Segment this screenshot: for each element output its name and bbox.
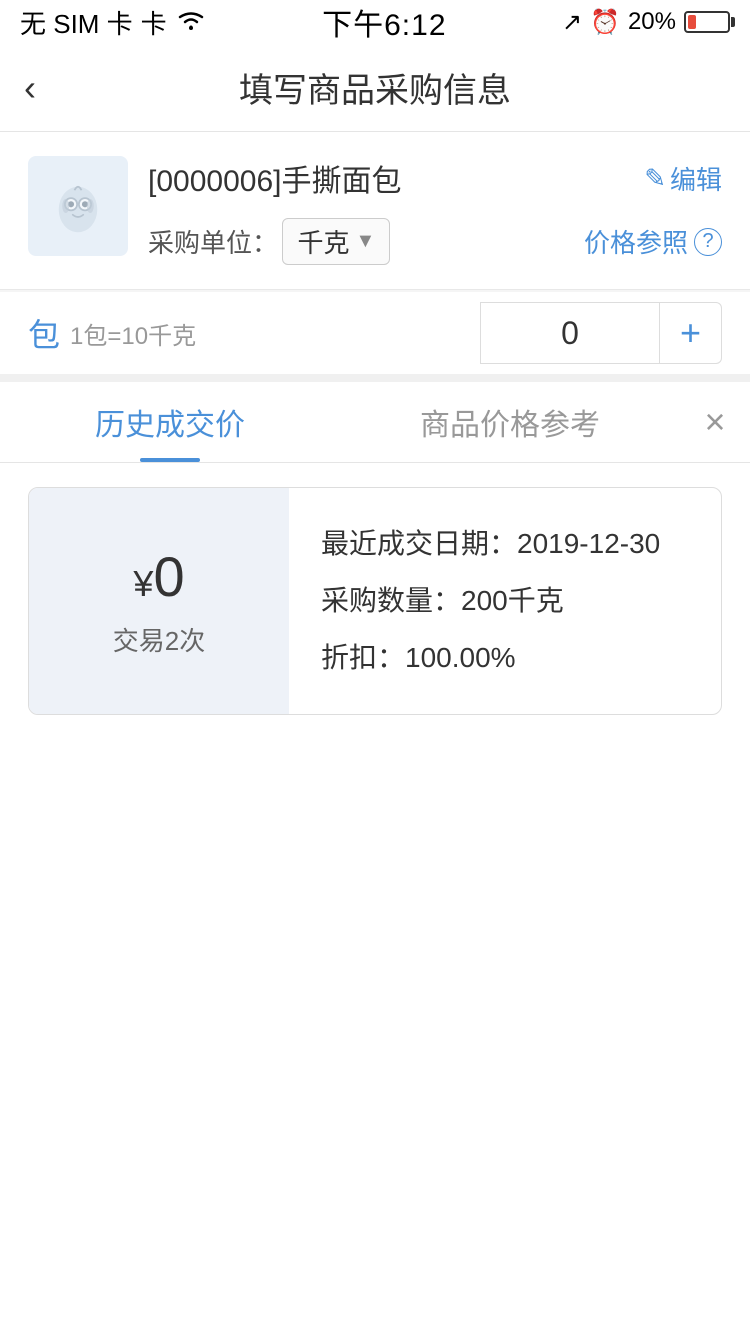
status-left: 无 SIM 卡 卡 <box>20 4 207 41</box>
product-thumbnail <box>28 156 128 256</box>
unit-arrow-icon: ▼ <box>355 230 375 253</box>
battery-percent: 20% <box>628 8 676 36</box>
product-id: [0000006] <box>148 165 281 198</box>
carrier-text: 无 SIM 卡 <box>20 4 133 41</box>
tab-price-ref[interactable]: 商品价格参考 <box>340 382 680 462</box>
page-bottom-area <box>0 739 750 1339</box>
qty-input[interactable] <box>480 302 660 364</box>
qty-label-group: 包 1包=10千克 <box>28 310 196 356</box>
sim-text: 卡 <box>141 4 167 41</box>
history-price-display: ¥0 <box>133 544 184 609</box>
product-header: [0000006]手撕面包 ✎ 编辑 <box>148 156 722 200</box>
status-right: ↗ ⏰ 20% <box>562 8 730 37</box>
currency-symbol: ¥ <box>133 563 153 604</box>
tab-history-price[interactable]: 历史成交价 <box>0 382 340 462</box>
product-name: [0000006]手撕面包 <box>148 156 401 200</box>
edit-button[interactable]: ✎ 编辑 <box>644 160 722 197</box>
history-details-right: 最近成交日期：2019-12-30 采购数量：200千克 折扣：100.00% <box>289 488 721 714</box>
tab-close-button[interactable]: × <box>680 382 750 462</box>
history-card: ¥0 交易2次 最近成交日期：2019-12-30 采购数量：200千克 折扣：… <box>28 487 722 715</box>
tab-history-label: 历史成交价 <box>95 400 245 444</box>
qty-unit-label: 包 <box>28 310 60 356</box>
purchase-qty-label: 采购数量： <box>321 585 461 616</box>
history-content: ¥0 交易2次 最近成交日期：2019-12-30 采购数量：200千克 折扣：… <box>0 463 750 739</box>
status-bar: 无 SIM 卡 卡 下午6:12 ↗ ⏰ 20% <box>0 0 750 44</box>
recent-date-row: 最近成交日期：2019-12-30 <box>321 524 689 563</box>
price-ref-help-icon: ? <box>694 228 722 256</box>
bottom-panel: 历史成交价 商品价格参考 × ¥0 交易2次 最近成交日期：2019-12-30… <box>0 382 750 739</box>
purchase-qty-value: 200千克 <box>461 585 564 616</box>
tab-price-ref-label: 商品价格参考 <box>420 400 600 444</box>
battery-fill <box>688 15 696 29</box>
recent-date-label: 最近成交日期： <box>321 528 517 559</box>
unit-selector-group: 采购单位： 千克 ▼ <box>148 218 390 265</box>
page-title: 填写商品采购信息 <box>239 63 511 112</box>
purchase-qty-row: 采购数量：200千克 <box>321 581 689 620</box>
product-name-text: 手撕面包 <box>281 165 401 198</box>
discount-row: 折扣：100.00% <box>321 638 689 677</box>
discount-label: 折扣： <box>321 642 405 673</box>
edit-icon: ✎ <box>644 163 666 194</box>
status-time: 下午6:12 <box>322 0 446 44</box>
product-info: [0000006]手撕面包 ✎ 编辑 采购单位： 千克 ▼ 价格参照 ? <box>148 156 722 265</box>
unit-label: 采购单位： <box>148 228 278 258</box>
product-unit-row: 采购单位： 千克 ▼ 价格参照 ? <box>148 218 722 265</box>
edit-label: 编辑 <box>670 160 722 197</box>
wifi-icon <box>175 7 207 38</box>
discount-value: 100.00% <box>405 642 516 673</box>
qty-controls: + <box>480 302 722 364</box>
tab-bar: 历史成交价 商品价格参考 × <box>0 382 750 463</box>
history-price-left: ¥0 交易2次 <box>29 488 289 714</box>
quantity-section: 包 1包=10千克 + <box>0 292 750 382</box>
price-value: 0 <box>153 545 184 608</box>
gps-icon: ↗ <box>562 8 582 37</box>
back-button[interactable]: ‹ <box>24 67 36 109</box>
qty-plus-button[interactable]: + <box>660 302 722 364</box>
recent-date-value: 2019-12-30 <box>517 528 660 559</box>
unit-select[interactable]: 千克 ▼ <box>282 218 390 265</box>
trade-count: 交易2次 <box>113 621 205 658</box>
product-card: [0000006]手撕面包 ✎ 编辑 采购单位： 千克 ▼ 价格参照 ? <box>0 132 750 290</box>
nav-bar: ‹ 填写商品采购信息 <box>0 44 750 132</box>
alarm-icon: ⏰ <box>590 8 620 37</box>
battery-icon <box>684 11 730 33</box>
price-ref-label: 价格参照 <box>584 223 688 260</box>
price-ref-button[interactable]: 价格参照 ? <box>584 223 722 260</box>
qty-conversion-label: 1包=10千克 <box>70 316 196 351</box>
unit-value: 千克 <box>297 223 349 260</box>
